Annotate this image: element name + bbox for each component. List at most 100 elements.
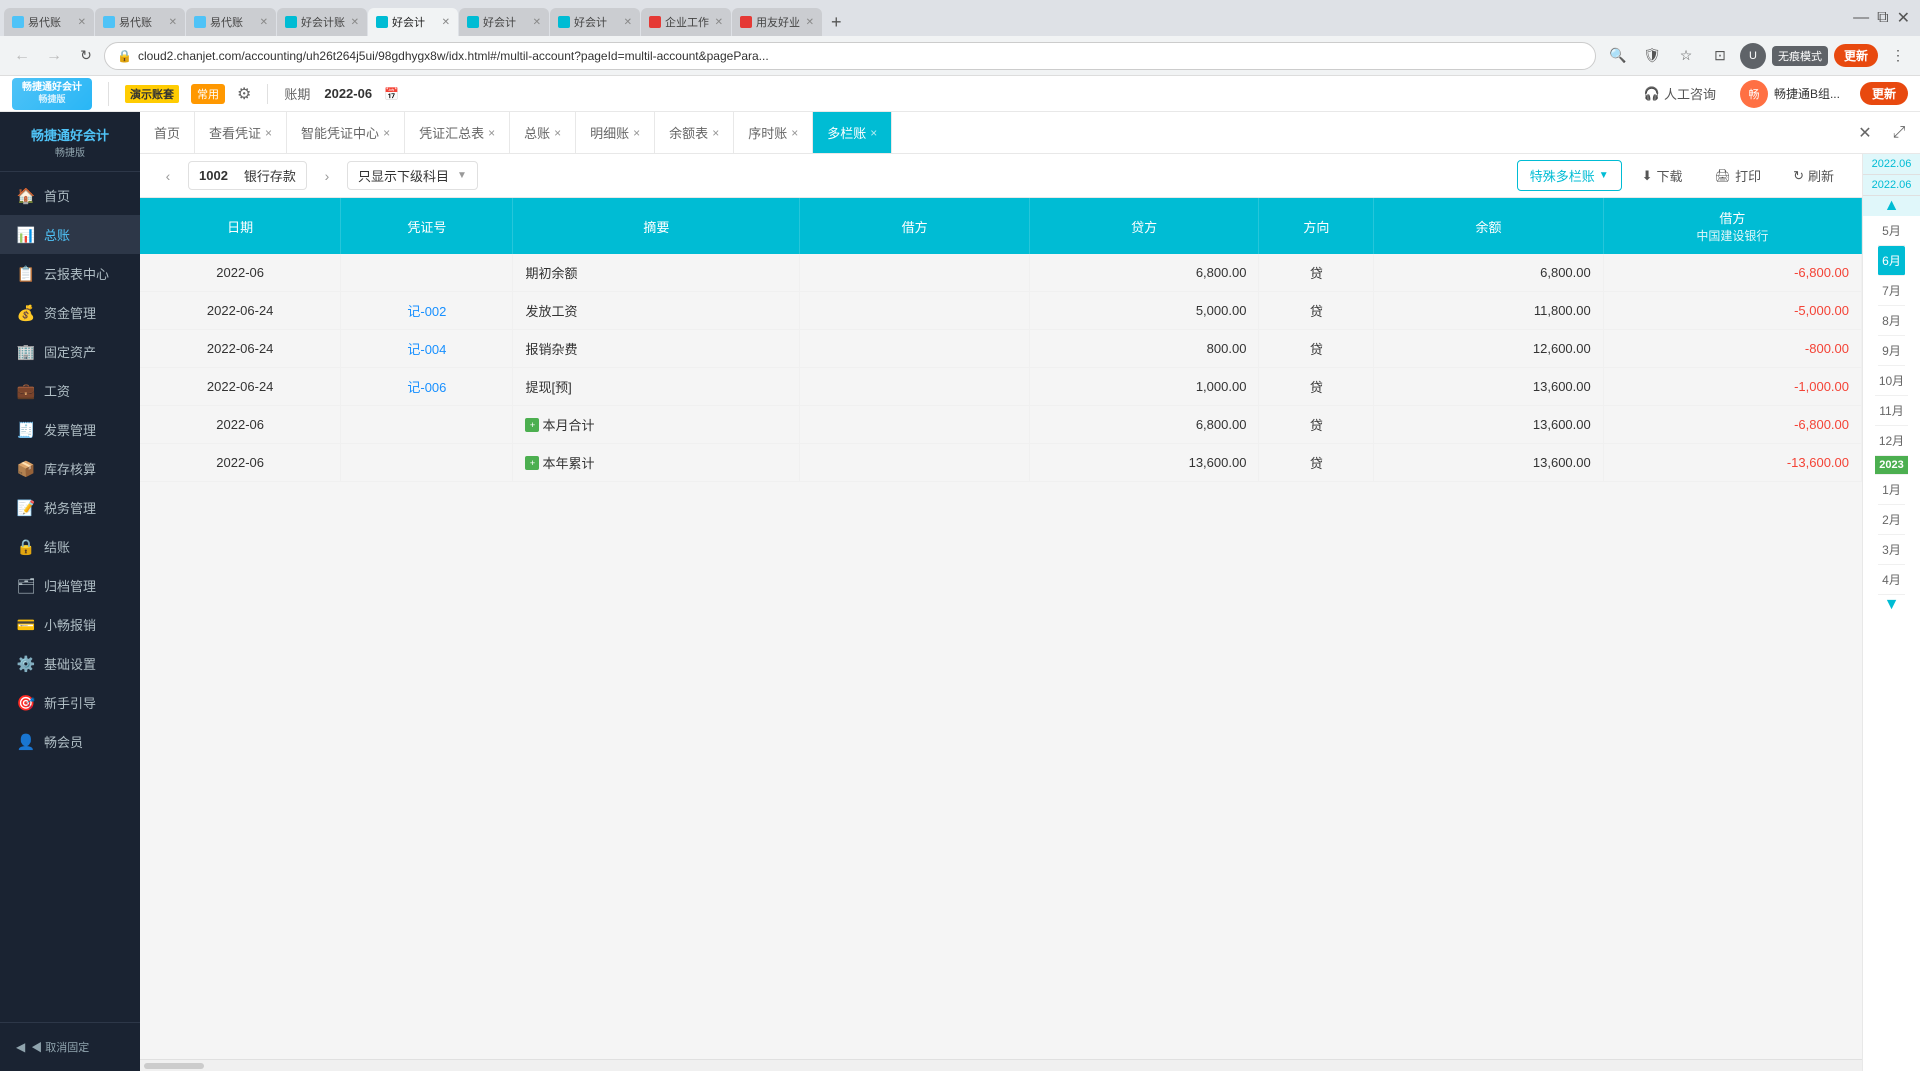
- tab-detail-ledger[interactable]: 明细账 ×: [576, 112, 655, 154]
- browser-tab-9[interactable]: 用友好业 ✕: [732, 8, 822, 36]
- scroll-down-btn[interactable]: ▼: [1863, 595, 1920, 615]
- shield-icon[interactable]: 🛡: [1638, 42, 1666, 70]
- calendar-icon[interactable]: 📅: [384, 87, 399, 101]
- tab-balance-close[interactable]: ×: [712, 126, 719, 140]
- sidebar-item-expense[interactable]: 💳 小畅报销: [0, 605, 140, 644]
- sidebar-item-reports[interactable]: 📋 云报表中心: [0, 254, 140, 293]
- search-icon[interactable]: 🔍: [1604, 42, 1632, 70]
- sidebar-item-archive[interactable]: 🗂 归档管理: [0, 566, 140, 605]
- month-5[interactable]: 5月: [1878, 216, 1905, 246]
- tab-journal-close[interactable]: ×: [791, 126, 798, 140]
- sidebar-item-inventory[interactable]: 📦 库存核算: [0, 449, 140, 488]
- tab-close-3[interactable]: ✕: [260, 17, 268, 28]
- tab-close-5[interactable]: ✕: [442, 17, 450, 28]
- menu-dots-icon[interactable]: ⋮: [1884, 42, 1912, 70]
- browser-tab-6[interactable]: 好会计 ✕: [459, 8, 549, 36]
- tab-smart-voucher-close[interactable]: ×: [383, 126, 390, 140]
- sidebar-item-home[interactable]: 🏠 首页: [0, 176, 140, 215]
- unpin-btn[interactable]: ◀ ◀ 取消固定: [0, 1031, 140, 1063]
- forward-btn[interactable]: →: [40, 42, 68, 70]
- prev-account-btn[interactable]: ‹: [156, 164, 180, 188]
- tab-multi-column[interactable]: 多栏账 ×: [813, 112, 892, 154]
- multi-col-btn[interactable]: 特殊多栏账 ▼: [1517, 160, 1622, 191]
- tab-general-ledger-close[interactable]: ×: [554, 126, 561, 140]
- tab-multi-column-close[interactable]: ×: [870, 126, 877, 140]
- tab-journal[interactable]: 序时账 ×: [734, 112, 813, 154]
- maximize-btn[interactable]: ⧉: [1877, 9, 1888, 27]
- cell-voucher-3[interactable]: 记-006: [341, 368, 513, 406]
- browser-tab-2[interactable]: 易代账 ✕: [95, 8, 185, 36]
- tab-voucher-view[interactable]: 查看凭证 ×: [195, 112, 287, 154]
- month-7[interactable]: 7月: [1878, 276, 1905, 306]
- tab-home[interactable]: 首页: [140, 112, 195, 154]
- sidebar-item-salary[interactable]: 💼 工资: [0, 371, 140, 410]
- url-bar[interactable]: 🔒 cloud2.chanjet.com/accounting/uh26t264…: [104, 42, 1596, 70]
- month-8[interactable]: 8月: [1878, 306, 1905, 336]
- month-6[interactable]: 6月: [1878, 246, 1905, 276]
- month-10[interactable]: 10月: [1875, 366, 1908, 396]
- next-account-btn[interactable]: ›: [315, 164, 339, 188]
- sidebar-item-capital[interactable]: 💰 资金管理: [0, 293, 140, 332]
- star-icon[interactable]: ☆: [1672, 42, 1700, 70]
- update-btn[interactable]: 更新: [1834, 44, 1878, 67]
- tab-balance[interactable]: 余额表 ×: [655, 112, 734, 154]
- month-12[interactable]: 12月: [1875, 426, 1908, 456]
- tab-voucher-summary[interactable]: 凭证汇总表 ×: [405, 112, 510, 154]
- new-tab-btn[interactable]: +: [823, 8, 851, 36]
- tab-detail-ledger-close[interactable]: ×: [633, 126, 640, 140]
- collapse-tabs-btn[interactable]: ✕: [1852, 120, 1878, 146]
- sidebar-item-close[interactable]: 🔒 结账: [0, 527, 140, 566]
- browser-tab-3[interactable]: 易代账 ✕: [186, 8, 276, 36]
- sidebar-item-settings[interactable]: ⚙️ 基础设置: [0, 644, 140, 683]
- tab-close-6[interactable]: ✕: [533, 17, 541, 28]
- tab-close-8[interactable]: ✕: [715, 17, 723, 28]
- sidebar-item-ledger[interactable]: 📊 总账: [0, 215, 140, 254]
- back-btn[interactable]: ←: [8, 42, 36, 70]
- refresh-btn[interactable]: ↻: [72, 42, 100, 70]
- refresh-btn[interactable]: ↻ 刷新: [1781, 161, 1846, 190]
- sidebar-item-invoice[interactable]: 🧾 发票管理: [0, 410, 140, 449]
- sidebar-item-member[interactable]: 👤 畅会员: [0, 722, 140, 761]
- month-11[interactable]: 11月: [1875, 396, 1907, 426]
- cell-voucher-2[interactable]: 记-004: [341, 330, 513, 368]
- profile-icon[interactable]: U: [1740, 43, 1766, 69]
- scroll-up-btn[interactable]: ▲: [1863, 196, 1920, 216]
- browser-tab-8[interactable]: 企业工作 ✕: [641, 8, 731, 36]
- app-update-btn[interactable]: 更新: [1860, 82, 1908, 105]
- browser-tab-7[interactable]: 好会计 ✕: [550, 8, 640, 36]
- download-btn[interactable]: ⬇ 下载: [1630, 161, 1695, 190]
- tab-general-ledger[interactable]: 总账 ×: [510, 112, 576, 154]
- settings-btn[interactable]: ⚙: [237, 84, 251, 104]
- filter-selector[interactable]: 只显示下级科目 ▼: [347, 161, 478, 190]
- month-9[interactable]: 9月: [1878, 336, 1905, 366]
- tab-close-7[interactable]: ✕: [624, 17, 632, 28]
- tab-voucher-summary-close[interactable]: ×: [488, 126, 495, 140]
- browser-tab-1[interactable]: 易代账 ✕: [4, 8, 94, 36]
- minimize-btn[interactable]: —: [1853, 9, 1869, 27]
- tab-close-4[interactable]: ✕: [351, 17, 359, 28]
- month-2[interactable]: 2月: [1878, 505, 1905, 535]
- sidebar-item-tax[interactable]: 📝 税务管理: [0, 488, 140, 527]
- use-badge[interactable]: 常用: [191, 84, 225, 104]
- sidebar-item-assets[interactable]: 🏢 固定资产: [0, 332, 140, 371]
- month-1[interactable]: 1月: [1878, 475, 1905, 505]
- close-window-btn[interactable]: ✕: [1897, 8, 1910, 28]
- month-4[interactable]: 4月: [1878, 565, 1905, 595]
- tab-close-9[interactable]: ✕: [806, 17, 814, 28]
- sidebar-item-guide[interactable]: 🎯 新手引导: [0, 683, 140, 722]
- expand-tabs-btn[interactable]: ⤢: [1886, 120, 1912, 146]
- tab-close-1[interactable]: ✕: [78, 17, 86, 28]
- help-btn[interactable]: 🎧 人工咨询: [1644, 84, 1716, 103]
- split-view-icon[interactable]: ⊡: [1706, 42, 1734, 70]
- tab-smart-voucher[interactable]: 智能凭证中心 ×: [287, 112, 405, 154]
- horizontal-scrollbar[interactable]: [140, 1059, 1862, 1071]
- account-selector[interactable]: 1002 银行存款: [188, 161, 307, 190]
- browser-tab-4[interactable]: 好会计账 ✕: [277, 8, 367, 36]
- print-btn[interactable]: 🖨 打印: [1703, 161, 1774, 190]
- browser-tab-5[interactable]: 好会计 ✕: [368, 8, 458, 36]
- month-3[interactable]: 3月: [1878, 535, 1905, 565]
- cell-voucher-1[interactable]: 记-002: [341, 292, 513, 330]
- tab-voucher-view-close[interactable]: ×: [265, 126, 272, 140]
- scrollbar-thumb[interactable]: [144, 1063, 204, 1069]
- tab-close-2[interactable]: ✕: [169, 17, 177, 28]
